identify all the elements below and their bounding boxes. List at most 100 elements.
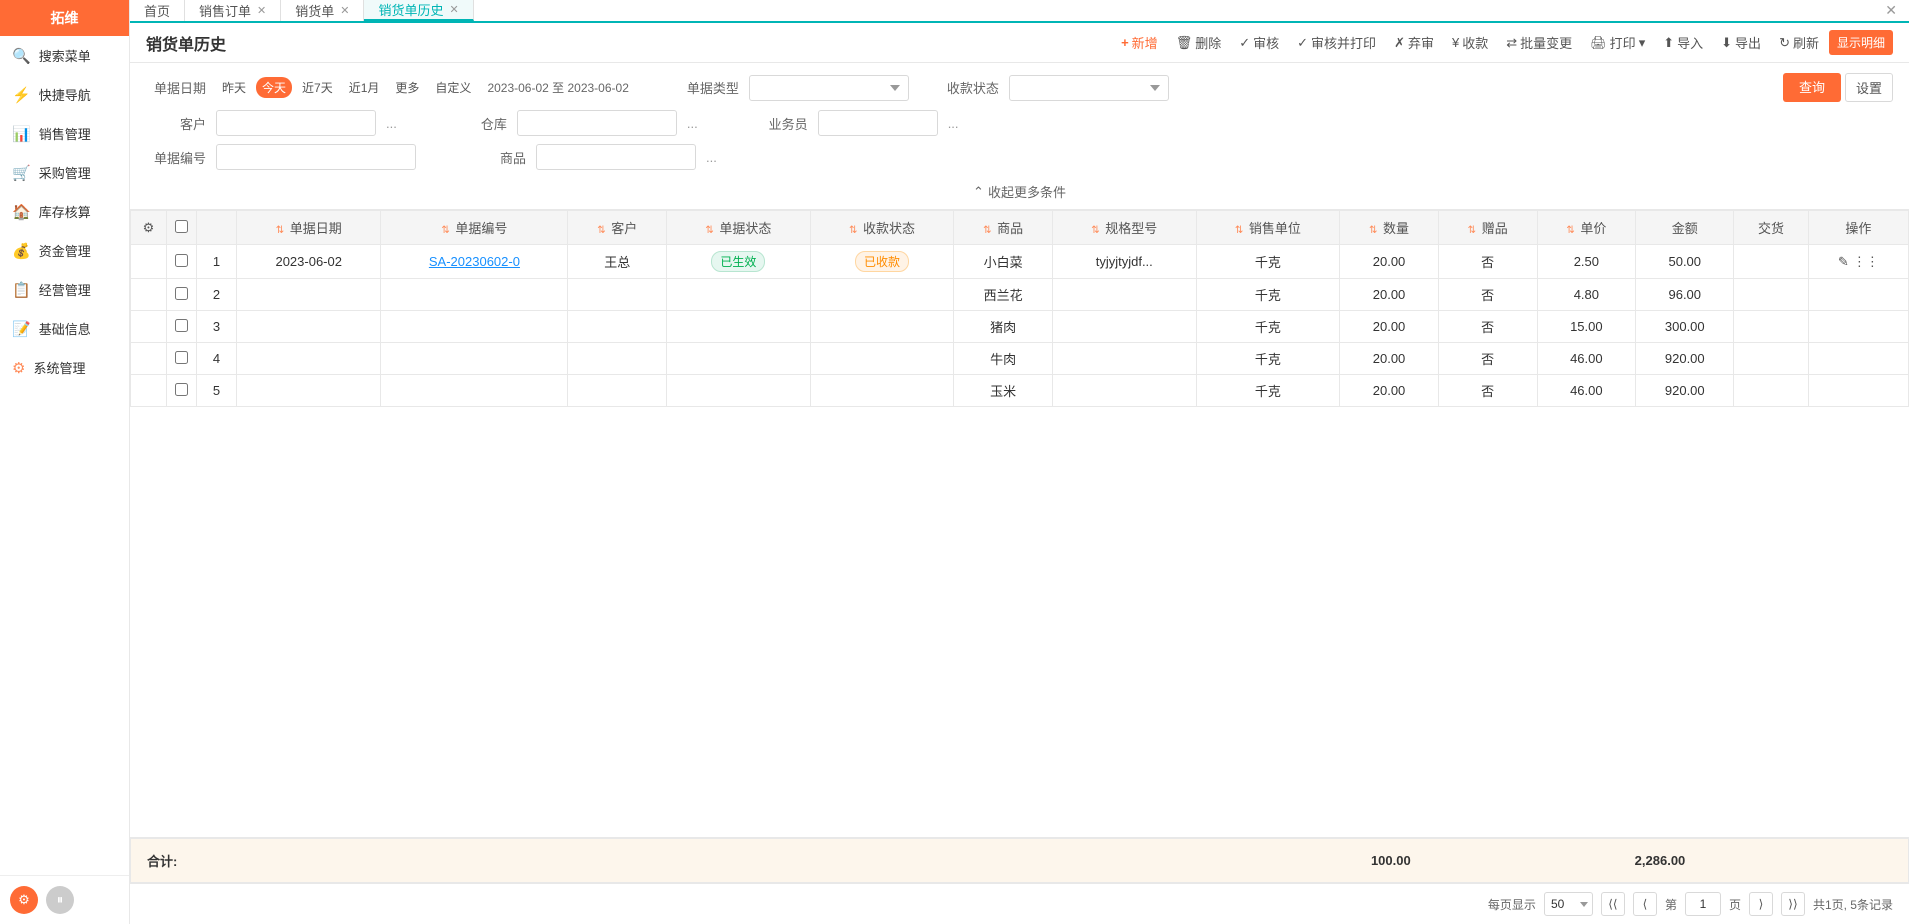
unit-column-header[interactable]: ⇅ 销售单位: [1196, 211, 1340, 245]
delete-icon: 🗑: [1176, 35, 1193, 51]
customer-filter-label: 客户: [146, 114, 206, 133]
order-num-cell[interactable]: [381, 311, 568, 343]
sidebar-item-inventory[interactable]: 🏠 库存核算: [0, 192, 129, 231]
sort-icon: ⇅: [1369, 225, 1377, 236]
abandon-button[interactable]: ✗ 弃审: [1386, 29, 1442, 56]
spec-column-header[interactable]: ⇅ 规格型号: [1052, 211, 1196, 245]
export-button[interactable]: ⬇ 导出: [1713, 29, 1769, 56]
row-checkbox[interactable]: [175, 319, 188, 332]
7days-btn[interactable]: 近7天: [296, 77, 339, 98]
sidebar-item-search[interactable]: 🔍 搜索菜单: [0, 36, 129, 75]
sort-icon: ⇅: [597, 225, 605, 236]
payment-status-column-header[interactable]: ⇅ 收款状态: [810, 211, 954, 245]
tab-home[interactable]: 首页: [130, 0, 185, 21]
custom-btn[interactable]: 自定义: [429, 77, 477, 98]
row-checkbox[interactable]: [175, 254, 188, 267]
close-icon[interactable]: ✕: [257, 4, 266, 17]
checkbox-cell[interactable]: [167, 245, 197, 279]
today-btn[interactable]: 今天: [256, 77, 292, 98]
tab-sales-history[interactable]: 销货单历史 ✕: [364, 0, 473, 21]
staff-filter-input[interactable]: [818, 110, 938, 136]
type-filter-select[interactable]: [749, 75, 909, 101]
print-button[interactable]: 🖨 打印 ▾: [1582, 29, 1653, 56]
sidebar-item-shortcuts[interactable]: ⚡ 快捷导航: [0, 75, 129, 114]
query-button[interactable]: 查询: [1783, 73, 1841, 102]
prev-page-btn[interactable]: ⟨: [1633, 892, 1657, 916]
status-cell: [667, 343, 811, 375]
sidebar-item-operation[interactable]: 📋 经营管理: [0, 270, 129, 309]
yesterday-btn[interactable]: 昨天: [216, 77, 252, 98]
next-page-btn[interactable]: ⟩: [1749, 892, 1773, 916]
sales-icon: 📊: [12, 125, 31, 143]
gear-icon[interactable]: ⚙: [143, 220, 155, 235]
new-button[interactable]: + 新增: [1113, 29, 1166, 56]
delete-button[interactable]: 🗑 删除: [1168, 29, 1230, 56]
warehouse-filter-input[interactable]: [517, 110, 677, 136]
warehouse-dots[interactable]: ...: [687, 116, 698, 131]
tab-close-all-btn[interactable]: ✕: [1873, 2, 1909, 19]
customer-dots[interactable]: ...: [386, 116, 397, 131]
collapse-button[interactable]: ⌃ 收起更多条件: [146, 178, 1893, 203]
display-detail-button[interactable]: 显示明细: [1829, 30, 1893, 55]
checkbox-cell[interactable]: [167, 311, 197, 343]
sidebar-item-finance[interactable]: 💰 资金管理: [0, 231, 129, 270]
select-all-checkbox[interactable]: [175, 220, 188, 233]
1month-btn[interactable]: 近1月: [343, 77, 386, 98]
table-footer: 合计:100.002,286.00: [130, 837, 1909, 883]
first-page-btn[interactable]: ⟨⟨: [1601, 892, 1625, 916]
page-suffix: 页: [1729, 896, 1741, 913]
close-icon[interactable]: ✕: [450, 3, 459, 16]
row-checkbox[interactable]: [175, 287, 188, 300]
checkbox-cell[interactable]: [167, 375, 197, 407]
settings-button[interactable]: 设置: [1845, 73, 1893, 102]
tab-sales-order[interactable]: 销售订单 ✕: [185, 0, 281, 21]
batch-change-button[interactable]: ⇄ 批量变更: [1498, 29, 1580, 56]
customer-filter-input[interactable]: [216, 110, 376, 136]
sidebar-settings-btn[interactable]: ⚙: [10, 886, 38, 914]
more-icon[interactable]: ⋮⋮: [1853, 254, 1879, 269]
order-num-cell[interactable]: SA-20230602-0: [381, 245, 568, 279]
order-num-filter-input[interactable]: [216, 144, 416, 170]
checkbox-cell[interactable]: [167, 343, 197, 375]
status-column-header[interactable]: ⇅ 单据状态: [667, 211, 811, 245]
payment-filter-select[interactable]: [1009, 75, 1169, 101]
price-column-header[interactable]: ⇅ 单价: [1537, 211, 1636, 245]
sidebar-item-purchase[interactable]: 🛒 采购管理: [0, 153, 129, 192]
gift-column-header[interactable]: ⇅ 赠品: [1438, 211, 1537, 245]
customer-column-header[interactable]: ⇅ 客户: [568, 211, 667, 245]
last-page-btn[interactable]: ⟩⟩: [1781, 892, 1805, 916]
order-num-column-header[interactable]: ⇅ 单据编号: [381, 211, 568, 245]
audit-print-button[interactable]: ✓ 审核并打印: [1289, 29, 1384, 56]
tab-sales-delivery[interactable]: 销货单 ✕: [281, 0, 364, 21]
order-num-cell[interactable]: [381, 343, 568, 375]
sidebar-item-basic[interactable]: 📝 基础信息: [0, 309, 129, 348]
row-checkbox[interactable]: [175, 351, 188, 364]
audit-button[interactable]: ✓ 审核: [1231, 29, 1287, 56]
sidebar-item-system[interactable]: ⚙ 系统管理: [0, 348, 129, 387]
date-column-header[interactable]: ⇅ 单据日期: [237, 211, 381, 245]
more-btn[interactable]: 更多: [389, 77, 425, 98]
page-input[interactable]: [1685, 892, 1721, 916]
page-size-select[interactable]: 50 10 20 100: [1544, 892, 1593, 916]
order-num-cell[interactable]: [381, 279, 568, 311]
sidebar-item-sales[interactable]: 📊 销售管理: [0, 114, 129, 153]
date-cell: [237, 343, 381, 375]
row-checkbox[interactable]: [175, 383, 188, 396]
edit-icon[interactable]: ✎: [1838, 254, 1849, 269]
staff-dots[interactable]: ...: [948, 116, 959, 131]
qty-cell: 20.00: [1340, 375, 1439, 407]
close-icon[interactable]: ✕: [340, 4, 349, 17]
goods-column-header[interactable]: ⇅ 商品: [954, 211, 1053, 245]
table-row: 3 猪肉 千克 20.00 否 15.00 300.00: [131, 311, 1909, 343]
goods-dots[interactable]: ...: [706, 150, 717, 165]
goods-filter-input[interactable]: [536, 144, 696, 170]
refresh-button[interactable]: ↻ 刷新: [1771, 29, 1827, 56]
seq-column-header: [197, 211, 237, 245]
order-num-link[interactable]: SA-20230602-0: [429, 254, 520, 269]
import-button[interactable]: ⬆ 导入: [1655, 29, 1711, 56]
collect-button[interactable]: ¥ 收款: [1444, 29, 1496, 56]
qty-column-header[interactable]: ⇅ 数量: [1340, 211, 1439, 245]
checkbox-cell[interactable]: [167, 279, 197, 311]
sidebar-toggle-btn[interactable]: ⏸: [46, 886, 74, 914]
order-num-cell[interactable]: [381, 375, 568, 407]
